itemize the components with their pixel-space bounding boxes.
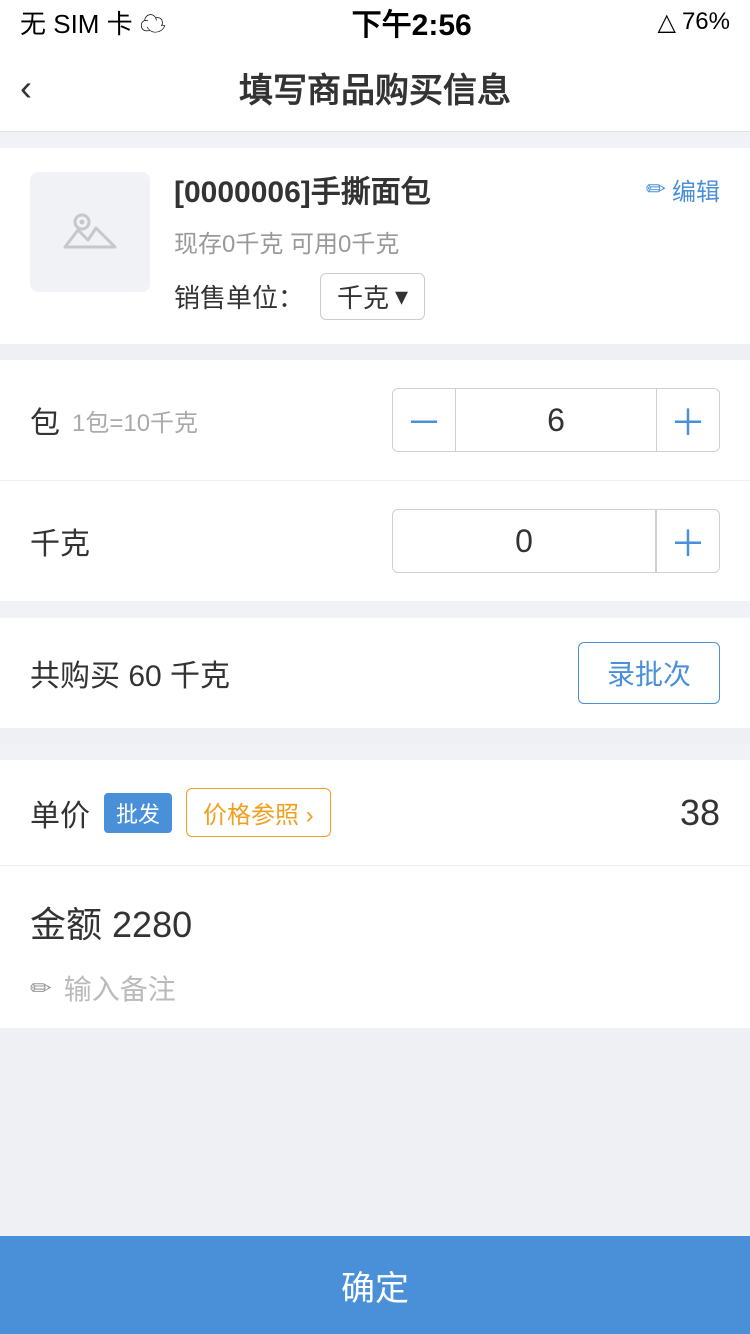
- status-carrier: 无 SIM 卡 ☁: [20, 4, 166, 41]
- product-name: [0000006]手撕面包: [174, 172, 720, 214]
- batch-button[interactable]: 录批次: [578, 642, 720, 704]
- kg-quantity-input[interactable]: [392, 509, 656, 573]
- separator-2: [0, 728, 750, 744]
- kg-plus-button[interactable]: ＋: [656, 509, 720, 573]
- kg-row: 千克 ＋: [0, 481, 750, 602]
- unit-select[interactable]: 千克 ▾: [320, 273, 425, 320]
- product-info: [0000006]手撕面包 现存0千克 可用0千克 销售单位： 千克 ▾: [174, 172, 720, 320]
- product-image-icon: [60, 202, 120, 262]
- unit-label: 销售单位：: [174, 278, 304, 315]
- price-label: 单价: [30, 791, 90, 835]
- product-card: [0000006]手撕面包 现存0千克 可用0千克 销售单位： 千克 ▾ ✏ 编…: [0, 148, 750, 344]
- edit-label: 编辑: [672, 172, 720, 207]
- price-value: 38: [680, 792, 720, 834]
- unit-value: 千克: [337, 278, 389, 315]
- status-battery-icon: △: [657, 8, 675, 37]
- package-hint: 1包=10千克: [72, 403, 392, 438]
- back-button[interactable]: ‹: [20, 67, 32, 109]
- page-title: 填写商品购买信息: [239, 63, 511, 112]
- confirm-button[interactable]: 确定: [0, 1236, 750, 1334]
- amount-value: 2280: [112, 904, 192, 945]
- empty-space: [0, 1028, 750, 1236]
- total-row: 共购买 60 千克 录批次: [0, 618, 750, 728]
- unit-dropdown-icon: ▾: [395, 281, 408, 312]
- separator-1: [0, 344, 750, 360]
- package-minus-button[interactable]: －: [392, 388, 456, 452]
- product-thumbnail: [30, 172, 150, 292]
- package-row: 包 1包=10千克 － ＋: [0, 360, 750, 481]
- amount-section: 金额 2280 ✏ 输入备注: [0, 866, 750, 1028]
- status-bar: 无 SIM 卡 ☁ 下午2:56 △ 76%: [0, 0, 750, 44]
- total-text: 共购买 60 千克: [30, 651, 230, 695]
- product-unit-row: 销售单位： 千克 ▾: [174, 273, 720, 320]
- price-left: 单价 批发 价格参照 ›: [30, 788, 331, 837]
- status-time: 下午2:56: [352, 0, 472, 44]
- package-label: 包: [30, 398, 60, 442]
- status-battery: 76%: [682, 8, 730, 36]
- remark-row: ✏ 输入备注: [30, 968, 720, 1008]
- package-plus-button[interactable]: ＋: [656, 388, 720, 452]
- amount-label: 金额: [30, 904, 102, 945]
- price-row: 单价 批发 价格参照 › 38: [30, 788, 720, 837]
- price-section: 单价 批发 价格参照 › 38: [0, 760, 750, 866]
- amount-row: 金额 2280: [30, 896, 720, 948]
- package-quantity-input[interactable]: [456, 388, 656, 452]
- package-controls: － ＋: [392, 388, 720, 452]
- kg-label: 千克: [30, 519, 90, 563]
- remark-placeholder: 输入备注: [64, 968, 176, 1008]
- edit-icon: ✏: [646, 175, 666, 204]
- product-stock: 现存0千克 可用0千克: [174, 224, 720, 259]
- nav-bar: ‹ 填写商品购买信息: [0, 44, 750, 132]
- status-right: △ 76%: [657, 8, 730, 37]
- pencil-icon: ✏: [30, 973, 52, 1004]
- edit-button[interactable]: ✏ 编辑: [646, 172, 720, 207]
- input-section: 包 1包=10千克 － ＋ 千克 ＋: [0, 360, 750, 602]
- price-tag: 批发: [104, 793, 172, 833]
- price-reference-button[interactable]: 价格参照 ›: [186, 788, 331, 837]
- kg-controls: ＋: [392, 509, 720, 573]
